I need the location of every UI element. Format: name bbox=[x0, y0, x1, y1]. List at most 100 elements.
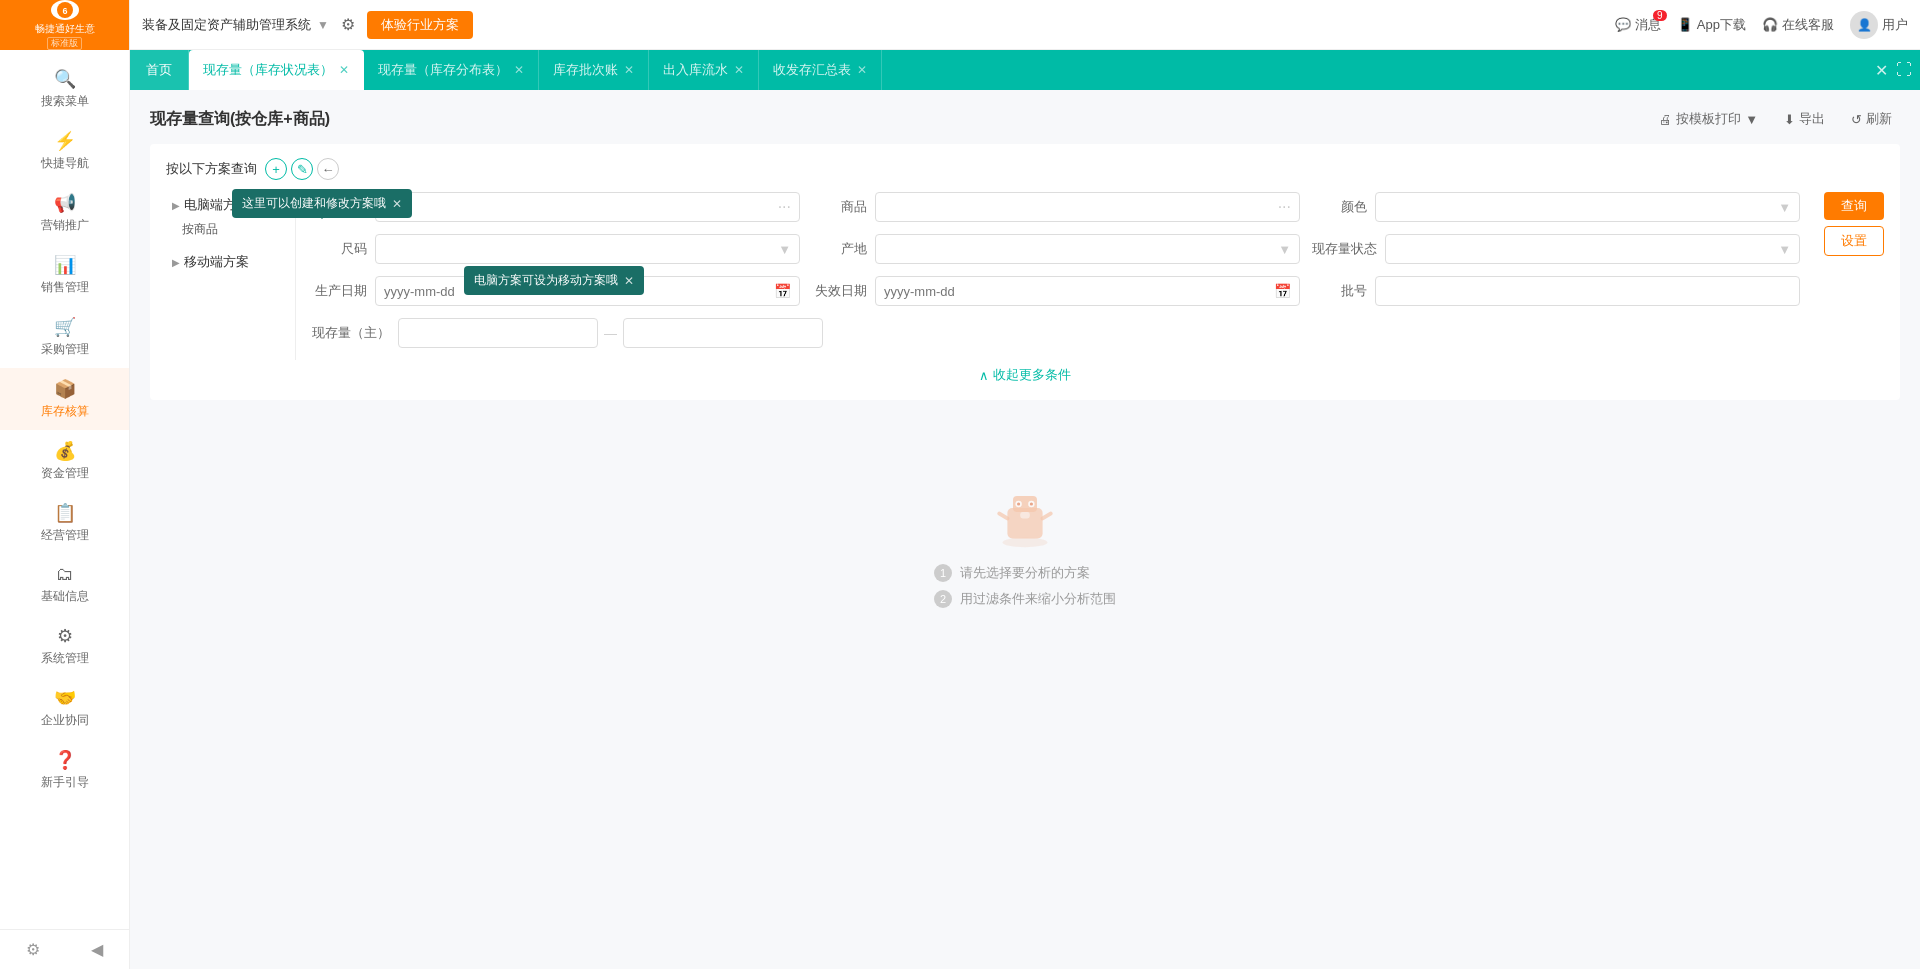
size-label: 尺码 bbox=[312, 240, 367, 258]
batch-input[interactable] bbox=[1375, 276, 1800, 306]
guide-icon: ❓ bbox=[54, 749, 76, 771]
filter-label: 按以下方案查询 bbox=[166, 160, 257, 178]
scheme-item-mobile[interactable]: ▶ 移动端方案 bbox=[166, 249, 283, 275]
stock-status-arrow: ▼ bbox=[1778, 242, 1791, 257]
tab-summary[interactable]: 收发存汇总表 ✕ bbox=[759, 50, 882, 90]
message-badge: 9 bbox=[1653, 10, 1667, 21]
sidebar-item-label: 销售管理 bbox=[41, 279, 89, 296]
query-btn[interactable]: 查询 bbox=[1824, 192, 1884, 220]
inventory-icon: 📦 bbox=[54, 378, 76, 400]
sidebar-item-quick-nav[interactable]: ⚡ 快捷导航 bbox=[0, 120, 129, 182]
prod-date-icon[interactable]: 📅 bbox=[774, 283, 791, 299]
sidebar-item-label: 系统管理 bbox=[41, 650, 89, 667]
topbar-settings-btn[interactable]: ⚙ bbox=[341, 15, 355, 34]
print-btn[interactable]: 🖨 按模板打印 ▼ bbox=[1651, 106, 1766, 132]
tab-close-inventory-status[interactable]: ✕ bbox=[339, 63, 349, 77]
user-btn[interactable]: 👤 用户 bbox=[1850, 11, 1908, 39]
filter-field-expire-date: 失效日期 📅 bbox=[812, 276, 1300, 306]
tab-close-all-btn[interactable]: ✕ bbox=[1875, 61, 1888, 80]
tab-close-inventory-dist[interactable]: ✕ bbox=[514, 63, 524, 77]
sidebar-item-base[interactable]: 🗂 基础信息 bbox=[0, 554, 129, 615]
sidebar-collapse-btn[interactable]: ◀ bbox=[91, 940, 103, 959]
by-product-select[interactable]: ··· bbox=[375, 192, 800, 222]
hint-num-2: 2 bbox=[934, 590, 952, 608]
sidebar-item-business[interactable]: 📋 经营管理 bbox=[0, 492, 129, 554]
tabbar-right: ✕ ⛶ bbox=[1875, 61, 1920, 80]
collapse-row[interactable]: ∧ 收起更多条件 bbox=[166, 360, 1884, 386]
stock-qty-start[interactable] bbox=[398, 318, 598, 348]
filter-field-product: 商品 ··· bbox=[812, 192, 1300, 222]
origin-select[interactable]: ▼ bbox=[875, 234, 1300, 264]
sidebar-item-label: 营销推广 bbox=[41, 217, 89, 234]
scheme-sub-items: 按商品 bbox=[166, 218, 283, 241]
add-scheme-btn[interactable]: + bbox=[265, 158, 287, 180]
collapse-icon: ∧ bbox=[979, 368, 989, 383]
collapse-label: 收起更多条件 bbox=[993, 366, 1071, 384]
scheme-sub-item[interactable]: 按商品 bbox=[182, 218, 283, 241]
topbar: 装备及固定资产辅助管理系统 ▼ ⚙ 体验行业方案 💬 消息 9 📱 App下载 … bbox=[130, 0, 1920, 50]
sidebar-item-enterprise[interactable]: 🤝 企业协同 bbox=[0, 677, 129, 739]
origin-label: 产地 bbox=[812, 240, 867, 258]
tab-close-batch-account[interactable]: ✕ bbox=[624, 63, 634, 77]
export-btn[interactable]: ⬇ 导出 bbox=[1776, 106, 1833, 132]
back-scheme-btn[interactable]: ← bbox=[317, 158, 339, 180]
size-select[interactable]: ▼ bbox=[375, 234, 800, 264]
expire-date-icon[interactable]: 📅 bbox=[1274, 283, 1291, 299]
tab-close-summary[interactable]: ✕ bbox=[857, 63, 867, 77]
pc-scheme-arrow: ▶ bbox=[172, 200, 180, 211]
filter-field-batch: 批号 bbox=[1312, 276, 1800, 306]
sidebar-item-guide[interactable]: ❓ 新手引导 bbox=[0, 739, 129, 801]
business-icon: 📋 bbox=[54, 502, 76, 524]
user-avatar: 👤 bbox=[1850, 11, 1878, 39]
logo-icon: 6 bbox=[51, 0, 79, 20]
tab-home[interactable]: 首页 bbox=[130, 50, 189, 90]
sidebar: 6 畅捷通好生意 标准版 🔍 搜索菜单 ⚡ 快捷导航 📢 营销推广 📊 销售管理… bbox=[0, 0, 130, 969]
service-icon: 🎧 bbox=[1762, 17, 1778, 32]
product-select[interactable]: ··· bbox=[875, 192, 1300, 222]
enterprise-icon: 🤝 bbox=[54, 687, 76, 709]
message-btn[interactable]: 💬 消息 9 bbox=[1615, 16, 1661, 34]
sidebar-item-inventory[interactable]: 📦 库存核算 bbox=[0, 368, 129, 430]
filter-row-1: 按商品 ··· 商品 ··· bbox=[312, 192, 1800, 222]
sidebar-item-system[interactable]: ⚙ 系统管理 bbox=[0, 615, 129, 677]
tab-inventory-dist[interactable]: 现存量（库存分布表） ✕ bbox=[364, 50, 539, 90]
tab-inventory-status[interactable]: 现存量（库存状况表） ✕ bbox=[189, 50, 364, 90]
stock-status-select[interactable]: ▼ bbox=[1385, 234, 1800, 264]
tab-close-inout-flow[interactable]: ✕ bbox=[734, 63, 744, 77]
size-arrow: ▼ bbox=[778, 242, 791, 257]
query-btns: 查询 设置 bbox=[1824, 192, 1884, 360]
logo-tag: 标准版 bbox=[47, 37, 82, 51]
empty-hints: 1 请先选择要分析的方案 2 用过滤条件来缩小分析范围 bbox=[934, 564, 1116, 608]
scheme-pc-tooltip-close[interactable]: ✕ bbox=[624, 274, 634, 288]
trial-btn[interactable]: 体验行业方案 bbox=[367, 11, 473, 39]
svg-point-7 bbox=[1017, 502, 1020, 505]
message-icon: 💬 bbox=[1615, 17, 1631, 32]
sidebar-item-purchase[interactable]: 🛒 采购管理 bbox=[0, 306, 129, 368]
color-select[interactable]: ▼ bbox=[1375, 192, 1800, 222]
svg-line-11 bbox=[1043, 514, 1051, 519]
sidebar-item-label: 企业协同 bbox=[41, 712, 89, 729]
page-actions: 🖨 按模板打印 ▼ ⬇ 导出 ↺ 刷新 bbox=[1651, 106, 1900, 132]
svg-text:6: 6 bbox=[62, 6, 67, 16]
tab-inout-flow[interactable]: 出入库流水 ✕ bbox=[649, 50, 759, 90]
sidebar-item-finance[interactable]: 💰 资金管理 bbox=[0, 430, 129, 492]
expire-date-start[interactable] bbox=[884, 284, 1270, 299]
sidebar-item-sales[interactable]: 📊 销售管理 bbox=[0, 244, 129, 306]
expire-date-input-wrapper[interactable]: 📅 bbox=[875, 276, 1300, 306]
tab-batch-account[interactable]: 库存批次账 ✕ bbox=[539, 50, 649, 90]
filter-field-color: 颜色 ▼ bbox=[1312, 192, 1800, 222]
tab-fullscreen-btn[interactable]: ⛶ bbox=[1896, 61, 1912, 79]
sidebar-settings-btn[interactable]: ⚙ bbox=[26, 940, 40, 959]
sidebar-item-marketing[interactable]: 📢 营销推广 bbox=[0, 182, 129, 244]
refresh-btn[interactable]: ↺ 刷新 bbox=[1843, 106, 1900, 132]
online-service-btn[interactable]: 🎧 在线客服 bbox=[1762, 16, 1834, 34]
sidebar-item-search-menu[interactable]: 🔍 搜索菜单 bbox=[0, 58, 129, 120]
app-download-btn[interactable]: 📱 App下载 bbox=[1677, 16, 1746, 34]
filter-header-actions: + ✎ 这里可以创建和修改方案哦 ✕ ← bbox=[265, 158, 339, 180]
stock-qty-end[interactable] bbox=[623, 318, 823, 348]
range-dash: — bbox=[604, 326, 617, 341]
tooltip2-close[interactable]: ✕ bbox=[392, 197, 402, 211]
edit-scheme-btn[interactable]: ✎ 这里可以创建和修改方案哦 ✕ bbox=[291, 158, 313, 180]
reset-btn[interactable]: 设置 bbox=[1824, 226, 1884, 256]
mobile-scheme-arrow: ▶ bbox=[172, 257, 180, 268]
